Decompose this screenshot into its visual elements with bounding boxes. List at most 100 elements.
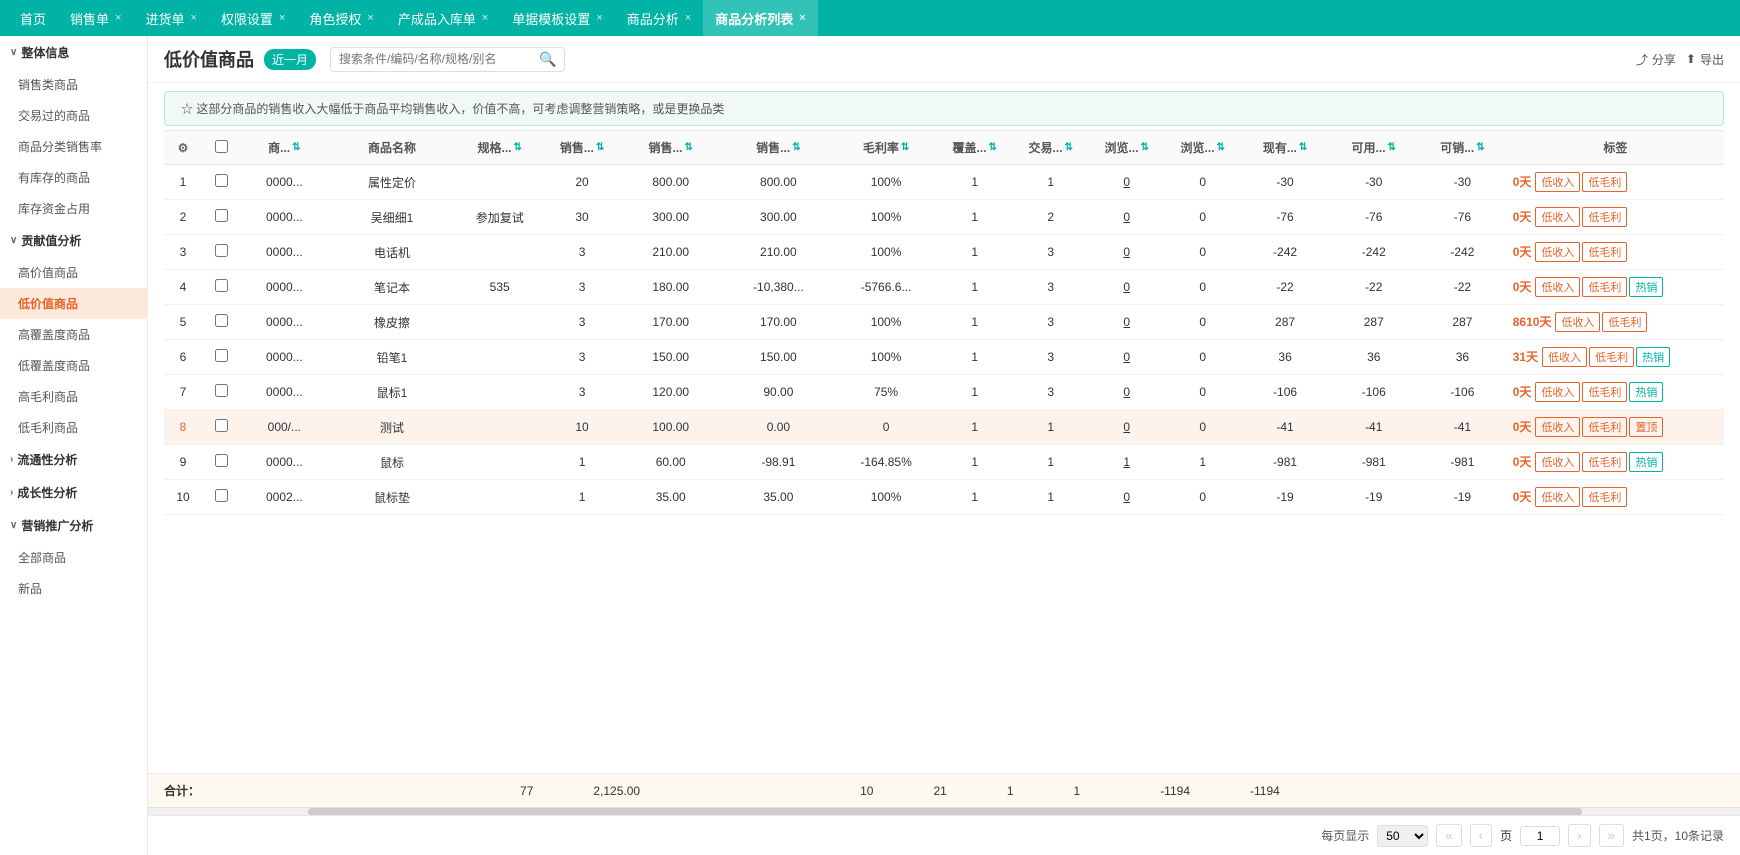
- info-bar: ☆ 这部分商品的销售收入大幅低于商品平均销售收入，价值不高，可考虑调整营销策略，…: [164, 91, 1724, 126]
- prev-page-button[interactable]: ‹: [1470, 824, 1492, 847]
- row-views1[interactable]: 0: [1089, 480, 1165, 515]
- row-views1[interactable]: 0: [1089, 200, 1165, 235]
- sort-icon[interactable]: ⇅: [792, 142, 800, 153]
- select-all-checkbox[interactable]: [215, 140, 228, 153]
- search-input[interactable]: [339, 52, 539, 66]
- nav-product-inbound[interactable]: 产成品入库单 ×: [386, 0, 500, 36]
- row-checkbox[interactable]: [215, 174, 228, 187]
- time-filter-badge[interactable]: 近一月: [264, 49, 316, 70]
- nav-purchase-order[interactable]: 进货单 ×: [133, 0, 208, 36]
- row-checkbox[interactable]: [215, 209, 228, 222]
- nav-home[interactable]: 首页: [8, 0, 58, 36]
- row-qty: 3: [544, 340, 620, 375]
- share-button[interactable]: ⤴ 分享: [1636, 51, 1676, 68]
- row-views1[interactable]: 0: [1089, 375, 1165, 410]
- next-page-button[interactable]: ›: [1568, 824, 1590, 847]
- row-views2: 0: [1165, 200, 1241, 235]
- sidebar-item-low-value[interactable]: 低价值商品: [0, 288, 147, 319]
- sidebar-item-traded-products[interactable]: 交易过的商品: [0, 100, 147, 131]
- col-settings[interactable]: ⚙: [164, 131, 202, 165]
- row-views1[interactable]: 0: [1089, 410, 1165, 445]
- row-checkbox-cell: [202, 235, 240, 270]
- sidebar-group-contribution[interactable]: ∨ 贡献值分析: [0, 224, 147, 257]
- row-views1[interactable]: 1: [1089, 445, 1165, 480]
- row-checkbox[interactable]: [215, 489, 228, 502]
- close-icon[interactable]: ×: [279, 12, 285, 24]
- product-tag: 低收入: [1535, 172, 1580, 192]
- nav-role-auth[interactable]: 角色授权 ×: [297, 0, 385, 36]
- sort-icon[interactable]: ⇅: [514, 142, 522, 153]
- row-checkbox[interactable]: [215, 244, 228, 257]
- sort-icon[interactable]: ⇅: [596, 142, 604, 153]
- sort-icon[interactable]: ⇅: [901, 142, 909, 153]
- sort-icon[interactable]: ⇅: [1217, 142, 1225, 153]
- sort-icon[interactable]: ⇅: [1476, 142, 1484, 153]
- page-number-input[interactable]: [1520, 826, 1560, 846]
- table-row: 30000...电话机3210.00210.00100%1300-242-242…: [164, 235, 1724, 270]
- row-views1[interactable]: 0: [1089, 165, 1165, 200]
- sort-icon[interactable]: ⇅: [1299, 142, 1307, 153]
- sidebar-item-stock-products[interactable]: 有库存的商品: [0, 162, 147, 193]
- horizontal-scrollbar[interactable]: [148, 807, 1740, 815]
- sidebar-item-high-margin[interactable]: 高毛利商品: [0, 381, 147, 412]
- row-checkbox[interactable]: [215, 419, 228, 432]
- close-icon[interactable]: ×: [596, 12, 602, 24]
- close-icon[interactable]: ×: [685, 12, 691, 24]
- row-views1[interactable]: 0: [1089, 270, 1165, 305]
- nav-product-analysis[interactable]: 商品分析 ×: [615, 0, 703, 36]
- row-checkbox[interactable]: [215, 454, 228, 467]
- sidebar-item-inventory-capital[interactable]: 库存资金占用: [0, 193, 147, 224]
- nav-permissions[interactable]: 权限设置 ×: [209, 0, 297, 36]
- sort-icon[interactable]: ⇅: [1141, 142, 1149, 153]
- sidebar-item-new-products[interactable]: 新品: [0, 573, 147, 604]
- close-icon[interactable]: ×: [799, 12, 805, 24]
- sort-icon[interactable]: ⇅: [685, 142, 693, 153]
- nav-order-template[interactable]: 单据模板设置 ×: [500, 0, 614, 36]
- first-page-button[interactable]: «: [1436, 824, 1461, 847]
- sidebar-item-low-coverage[interactable]: 低覆盖度商品: [0, 350, 147, 381]
- sidebar-item-high-value[interactable]: 高价值商品: [0, 257, 147, 288]
- sidebar-item-category-sales-rate[interactable]: 商品分类销售率: [0, 131, 147, 162]
- total-label: 合计：: [164, 782, 200, 799]
- row-checkbox-cell: [202, 305, 240, 340]
- total-info: 共1页，10条记录: [1632, 827, 1724, 844]
- search-icon[interactable]: 🔍: [539, 51, 556, 68]
- row-checkbox[interactable]: [215, 279, 228, 292]
- sidebar-group-growth[interactable]: › 成长性分析: [0, 476, 147, 509]
- sidebar-item-sales-products[interactable]: 销售类商品: [0, 69, 147, 100]
- product-tag: 低毛利: [1582, 382, 1627, 402]
- row-views2: 0: [1165, 375, 1241, 410]
- row-days-badge: 0天: [1513, 455, 1532, 469]
- row-checkbox[interactable]: [215, 349, 228, 362]
- sort-icon[interactable]: ⇅: [989, 142, 997, 153]
- close-icon[interactable]: ×: [482, 12, 488, 24]
- close-icon[interactable]: ×: [367, 12, 373, 24]
- row-checkbox-cell: [202, 270, 240, 305]
- sidebar-group-liquidity[interactable]: › 流通性分析: [0, 443, 147, 476]
- row-index: 8: [164, 410, 202, 445]
- row-views1[interactable]: 0: [1089, 305, 1165, 340]
- nav-product-analysis-list[interactable]: 商品分析列表 ×: [703, 0, 817, 36]
- row-views1[interactable]: 0: [1089, 340, 1165, 375]
- page-size-select[interactable]: 50 100 200: [1377, 825, 1428, 847]
- close-icon[interactable]: ×: [190, 12, 196, 24]
- sort-icon[interactable]: ⇅: [1065, 142, 1073, 153]
- sidebar-group-marketing[interactable]: ∨ 营销推广分析: [0, 509, 147, 542]
- sort-icon[interactable]: ⇅: [1388, 142, 1396, 153]
- last-page-button[interactable]: »: [1599, 824, 1624, 847]
- sidebar-item-all-products[interactable]: 全部商品: [0, 542, 147, 573]
- settings-icon[interactable]: ⚙: [178, 141, 189, 155]
- close-icon[interactable]: ×: [115, 12, 121, 24]
- row-qty: 3: [544, 235, 620, 270]
- table-row: 40000...笔记本5353180.00-10,380...-5766.6..…: [164, 270, 1724, 305]
- row-checkbox[interactable]: [215, 384, 228, 397]
- nav-sales-order[interactable]: 销售单 ×: [58, 0, 133, 36]
- row-views1[interactable]: 0: [1089, 235, 1165, 270]
- sidebar-item-low-margin[interactable]: 低毛利商品: [0, 412, 147, 443]
- row-checkbox[interactable]: [215, 314, 228, 327]
- content-area: 低价值商品 近一月 🔍 ⤴ 分享 ⬆ 导出 ☆ 这部分商品的销售收入大幅低于商品…: [148, 36, 1740, 855]
- sidebar-group-overall[interactable]: ∨ 整体信息: [0, 36, 147, 69]
- sort-icon[interactable]: ⇅: [292, 142, 300, 153]
- sidebar-item-high-coverage[interactable]: 高覆盖度商品: [0, 319, 147, 350]
- export-button[interactable]: ⬆ 导出: [1686, 51, 1724, 68]
